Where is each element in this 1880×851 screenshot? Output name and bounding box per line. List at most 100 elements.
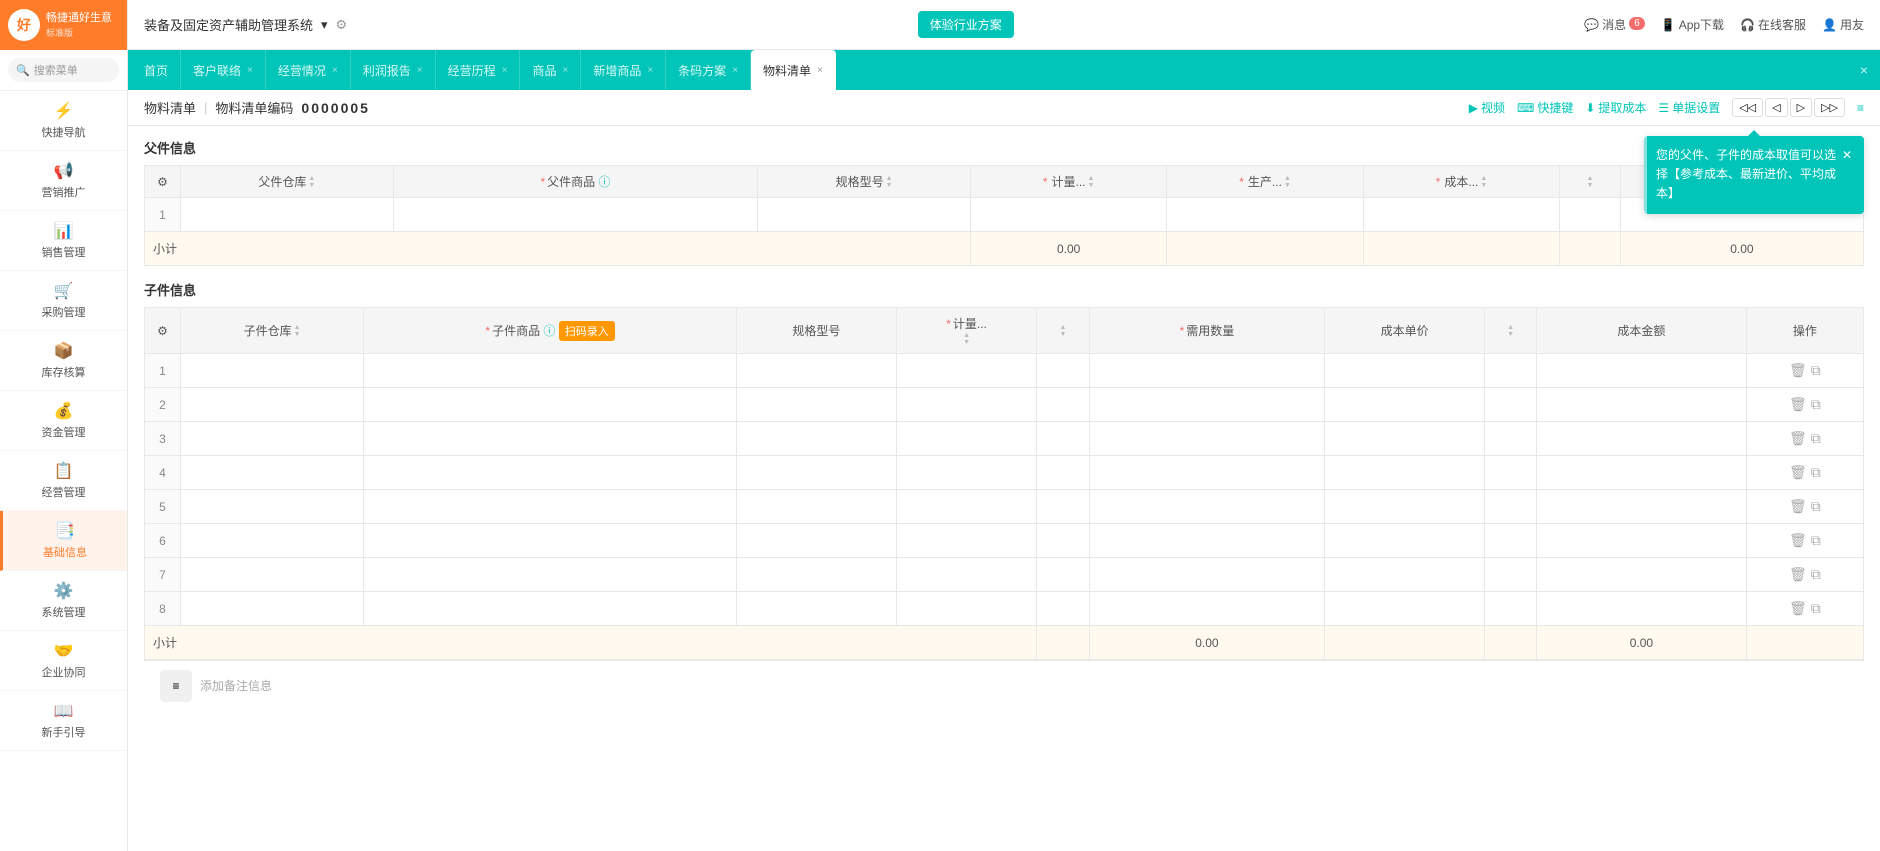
parent-row1-produce[interactable] [1167,198,1363,232]
child-row-needed[interactable] [1089,592,1325,626]
child-row-qty2[interactable] [1037,354,1089,388]
child-row-unit-cost[interactable] [1325,558,1485,592]
child-row-goods[interactable] [364,388,737,422]
child-row-qty[interactable] [896,524,1037,558]
child-row-warehouse[interactable] [181,388,364,422]
trial-button[interactable]: 体验行业方案 [918,11,1014,38]
copy-icon[interactable]: ⧉ [1811,430,1821,447]
child-row-warehouse[interactable] [181,422,364,456]
scan-button[interactable]: 扫码录入 [559,321,615,341]
child-row-spec[interactable] [736,558,896,592]
copy-icon[interactable]: ⧉ [1811,566,1821,583]
child-row-goods[interactable] [364,592,737,626]
child-row-unit-cost2[interactable] [1484,422,1536,456]
child-row-unit-cost2[interactable] [1484,388,1536,422]
tab-goods[interactable]: 商品 × [520,50,581,90]
online-service-button[interactable]: 🎧 在线客服 [1740,16,1806,33]
child-row-goods[interactable] [364,456,737,490]
child-row-qty[interactable] [896,456,1037,490]
tab-profit[interactable]: 利润报告 × [351,50,436,90]
tab-customer[interactable]: 客户联络 × [181,50,266,90]
child-row-unit-cost[interactable] [1325,388,1485,422]
parent-warehouse-sort[interactable]: 父件仓库 ▲▼ [258,173,315,190]
child-row-needed[interactable] [1089,422,1325,456]
user-button[interactable]: 👤 用友 [1822,16,1864,33]
app-download-button[interactable]: 📱 App下载 [1661,16,1724,33]
child-row-needed[interactable] [1089,354,1325,388]
copy-icon[interactable]: ⧉ [1811,600,1821,617]
child-row-qty2[interactable] [1037,422,1089,456]
child-row-amount[interactable] [1537,490,1746,524]
parent-row1-spec[interactable] [758,198,971,232]
shortcut-action[interactable]: ⌨ 快捷键 [1517,99,1573,116]
copy-icon[interactable]: ⧉ [1811,396,1821,413]
parent-row1-goods[interactable] [393,198,758,232]
sidebar-item-sales[interactable]: 📊 销售管理 [0,211,127,271]
tab-operations-status[interactable]: 经营情况 × [266,50,351,90]
child-row-spec[interactable] [736,354,896,388]
sidebar-item-basic-info[interactable]: 📑 基础信息 [0,511,127,571]
delete-icon[interactable]: 🗑 [1789,464,1807,481]
parent-row1-cost[interactable] [1363,198,1559,232]
child-row-unit-cost[interactable] [1325,456,1485,490]
child-row-unit-cost2[interactable] [1484,558,1536,592]
child-row-spec[interactable] [736,456,896,490]
child-row-amount[interactable] [1537,388,1746,422]
child-row-spec[interactable] [736,388,896,422]
child-row-qty2[interactable] [1037,388,1089,422]
copy-icon[interactable]: ⧉ [1811,532,1821,549]
tab-ops-close[interactable]: × [332,65,338,76]
child-row-qty2[interactable] [1037,490,1089,524]
delete-icon[interactable]: 🗑 [1789,396,1807,413]
child-row-qty[interactable] [896,422,1037,456]
tab-profit-close[interactable]: × [417,65,423,76]
tab-bar-close-button[interactable]: × [1852,62,1876,78]
sidebar-item-purchase[interactable]: 🛒 采购管理 [0,271,127,331]
child-row-warehouse[interactable] [181,456,364,490]
child-row-warehouse[interactable] [181,558,364,592]
parent-row1-warehouse[interactable] [181,198,394,232]
child-row-unit-cost2[interactable] [1484,524,1536,558]
copy-icon[interactable]: ⧉ [1811,464,1821,481]
tab-bom-close[interactable]: × [817,65,823,76]
sidebar-item-enterprise[interactable]: 🤝 企业协同 [0,631,127,691]
tab-history[interactable]: 经营历程 × [436,50,521,90]
next-button[interactable]: ▷ [1790,98,1812,117]
bottom-icon-button[interactable]: ≡ [160,670,192,702]
child-row-spec[interactable] [736,422,896,456]
copy-icon[interactable]: ⧉ [1811,498,1821,515]
child-row-warehouse[interactable] [181,490,364,524]
child-row-amount[interactable] [1537,354,1746,388]
delete-icon[interactable]: 🗑 [1789,430,1807,447]
delete-icon[interactable]: 🗑 [1789,532,1807,549]
child-row-qty2[interactable] [1037,592,1089,626]
prev-button[interactable]: ◁ [1765,98,1787,117]
child-row-unit-cost2[interactable] [1484,354,1536,388]
child-row-qty[interactable] [896,592,1037,626]
tab-goods-close[interactable]: × [562,65,568,76]
child-row-spec[interactable] [736,524,896,558]
child-row-qty[interactable] [896,490,1037,524]
tab-customer-close[interactable]: × [247,65,253,76]
tab-bom[interactable]: 物料清单 × [751,50,836,90]
child-row-warehouse[interactable] [181,524,364,558]
parent-col-gear[interactable]: ⚙ [145,166,181,198]
child-row-spec[interactable] [736,490,896,524]
child-row-qty2[interactable] [1037,558,1089,592]
tab-home[interactable]: 首页 [132,50,181,90]
child-row-amount[interactable] [1537,524,1746,558]
child-row-qty2[interactable] [1037,456,1089,490]
extract-cost-action[interactable]: ⬇ 提取成本 [1585,99,1646,116]
child-row-unit-cost2[interactable] [1484,490,1536,524]
child-row-unit-cost[interactable] [1325,354,1485,388]
dropdown-arrow-icon[interactable]: ▾ [321,17,328,33]
child-row-warehouse[interactable] [181,592,364,626]
child-row-unit-cost[interactable] [1325,422,1485,456]
sidebar-item-operations[interactable]: 📋 经营管理 [0,451,127,511]
child-row-goods[interactable] [364,422,737,456]
child-row-goods[interactable] [364,354,737,388]
parent-row1-extra[interactable] [1560,198,1621,232]
child-warehouse-sort[interactable]: 子件仓库 ▲▼ [244,322,301,339]
tab-new-goods[interactable]: 新增商品 × [581,50,666,90]
list-view-icon[interactable]: ≡ [1857,101,1864,115]
